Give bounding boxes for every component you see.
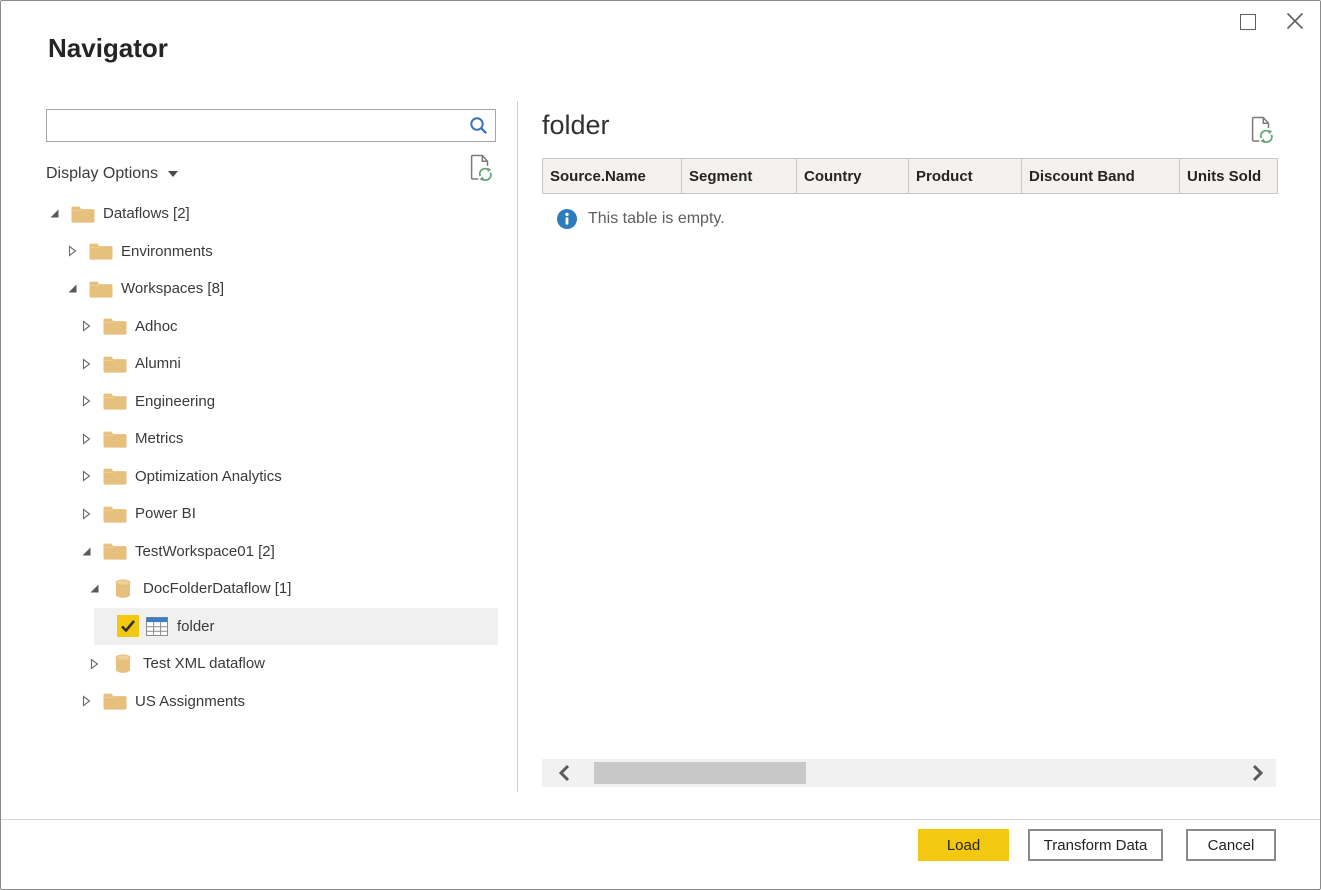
display-options-label: Display Options xyxy=(46,165,159,182)
tree-item-label: Optimization Analytics xyxy=(135,467,282,485)
tree-item-engineering[interactable]: Engineering xyxy=(46,383,498,421)
tree-item-power-bi[interactable]: Power BI xyxy=(46,495,498,533)
dataflow-icon xyxy=(115,654,131,673)
tree-item-alumni[interactable]: Alumni xyxy=(46,345,498,383)
folder-icon xyxy=(103,356,127,373)
caret-expanded-icon[interactable] xyxy=(89,583,100,594)
preview-title: folder xyxy=(542,110,610,140)
chevron-down-icon xyxy=(168,171,179,177)
dialog-title: Navigator xyxy=(48,33,168,63)
tree-item-workspaces-8[interactable]: Workspaces [8] xyxy=(46,270,498,308)
folder-icon xyxy=(103,393,127,410)
tree-item-test-xml-dataflow[interactable]: Test XML dataflow xyxy=(46,645,498,683)
column-header-discount-band: Discount Band xyxy=(1022,159,1180,193)
refresh-icon xyxy=(470,154,492,181)
folder-icon xyxy=(89,281,113,298)
folder-icon xyxy=(103,468,127,485)
tree-item-optimization-analytics[interactable]: Optimization Analytics xyxy=(46,458,498,496)
transform-data-button[interactable]: Transform Data xyxy=(1028,829,1163,861)
folder-icon xyxy=(71,206,95,223)
empty-table-message: This table is empty. xyxy=(588,210,725,227)
dataflow-icon xyxy=(115,579,131,598)
caret-expanded-icon[interactable] xyxy=(49,208,60,219)
search-input[interactable] xyxy=(47,110,463,141)
folder-icon xyxy=(103,506,127,523)
load-button[interactable]: Load xyxy=(918,829,1009,861)
tree-item-label: Alumni xyxy=(135,355,181,373)
panel-divider xyxy=(517,101,518,792)
table-icon xyxy=(146,616,168,636)
refresh-icon xyxy=(1251,116,1273,143)
caret-collapsed-icon[interactable] xyxy=(81,695,91,707)
tree-item-environments[interactable]: Environments xyxy=(46,233,498,271)
search-icon[interactable] xyxy=(463,116,495,136)
scrollbar-thumb[interactable] xyxy=(594,762,806,784)
checkbox[interactable] xyxy=(117,615,139,638)
tree-item-metrics[interactable]: Metrics xyxy=(46,420,498,458)
caret-expanded-icon[interactable] xyxy=(67,283,78,294)
horizontal-scrollbar[interactable] xyxy=(542,759,1276,787)
tree-item-label: Metrics xyxy=(135,430,184,448)
checkmark-icon xyxy=(121,620,135,633)
close-icon xyxy=(1286,12,1304,30)
tree-item-docfolderdataflow-1[interactable]: DocFolderDataflow [1] xyxy=(46,570,498,608)
column-header-units-sold: Units Sold xyxy=(1187,167,1262,185)
info-icon xyxy=(557,209,577,229)
tree-item-label: folder xyxy=(177,617,215,635)
caret-collapsed-icon[interactable] xyxy=(81,395,91,407)
tree-item-folder[interactable]: folder xyxy=(94,607,498,645)
footer-divider xyxy=(1,819,1320,820)
search-box xyxy=(46,109,496,142)
tree-item-label: Adhoc xyxy=(135,317,178,335)
folder-icon xyxy=(89,243,113,260)
tree-item-us-assignments[interactable]: US Assignments xyxy=(46,683,498,721)
caret-collapsed-icon[interactable] xyxy=(81,508,91,520)
caret-collapsed-icon[interactable] xyxy=(81,320,91,332)
tree-item-label: Test XML dataflow xyxy=(143,655,265,673)
scroll-left-button[interactable] xyxy=(558,764,570,782)
tree-item-testworkspace01-2[interactable]: TestWorkspace01 [2] xyxy=(46,533,498,571)
tree-item-dataflows-2[interactable]: Dataflows [2] xyxy=(46,195,498,233)
caret-collapsed-icon[interactable] xyxy=(81,358,91,370)
refresh-button-left[interactable] xyxy=(468,154,494,189)
caret-collapsed-icon[interactable] xyxy=(67,245,77,257)
tree-item-label: Dataflows [2] xyxy=(103,205,190,223)
folder-icon xyxy=(103,431,127,448)
display-options-dropdown[interactable]: Display Options xyxy=(46,159,179,189)
tree-item-label: Workspaces [8] xyxy=(121,280,225,298)
navigator-tree: Dataflows [2] Environments Workspaces [8… xyxy=(46,195,498,720)
folder-icon xyxy=(103,543,127,560)
refresh-button-preview[interactable] xyxy=(1249,116,1275,151)
column-header-country: Country xyxy=(797,159,909,193)
tree-item-label: Power BI xyxy=(135,505,196,523)
column-header-segment: Segment xyxy=(682,159,797,193)
tree-item-label: TestWorkspace01 [2] xyxy=(135,542,275,560)
chevron-right-icon xyxy=(1252,764,1264,782)
caret-expanded-icon[interactable] xyxy=(81,546,92,557)
chevron-left-icon xyxy=(558,764,570,782)
cancel-button[interactable]: Cancel xyxy=(1186,829,1276,861)
column-header-product: Product xyxy=(909,159,1022,193)
tree-item-adhoc[interactable]: Adhoc xyxy=(46,308,498,346)
tree-item-label: US Assignments xyxy=(135,692,246,710)
scroll-right-button[interactable] xyxy=(1252,764,1264,782)
tree-item-label: Engineering xyxy=(135,392,216,410)
empty-table-message-row: This table is empty. xyxy=(557,209,725,229)
column-header-source-name: Source.Name xyxy=(543,159,682,193)
tree-item-label: DocFolderDataflow [1] xyxy=(143,580,292,598)
maximize-button[interactable] xyxy=(1240,14,1256,30)
folder-icon xyxy=(103,318,127,335)
caret-collapsed-icon[interactable] xyxy=(89,658,99,670)
tree-item-label: Environments xyxy=(121,242,213,260)
preview-table-header: Source.Name Segment Country Product Discount… xyxy=(542,158,1278,194)
caret-collapsed-icon[interactable] xyxy=(81,470,91,482)
close-button[interactable] xyxy=(1285,11,1305,31)
navigator-dialog: Navigator Display Options Dataflows [2] … xyxy=(0,0,1321,890)
caret-collapsed-icon[interactable] xyxy=(81,433,91,445)
folder-icon xyxy=(103,693,127,710)
